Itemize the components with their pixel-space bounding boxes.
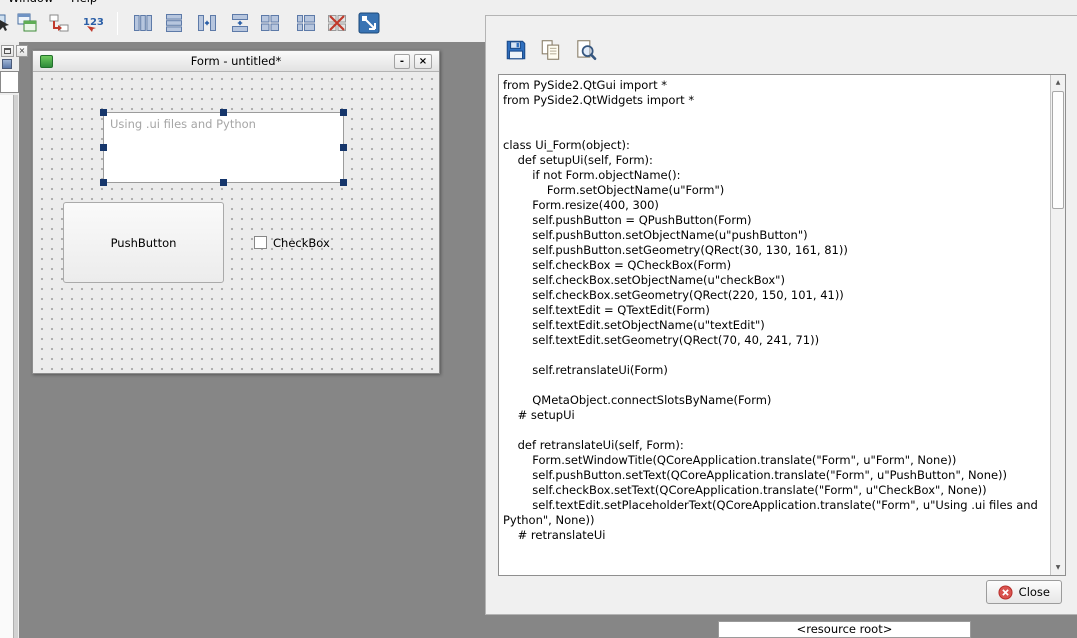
layout-form-icon[interactable]: [293, 10, 319, 36]
edit-signals-slots-icon[interactable]: [46, 10, 72, 36]
selection-handle[interactable]: [340, 144, 347, 151]
selection-handle[interactable]: [100, 179, 107, 186]
layout-horizontal-splitter-icon[interactable]: [194, 10, 220, 36]
close-icon: ×: [19, 47, 26, 55]
layout-horizontal-icon[interactable]: [130, 10, 156, 36]
resource-root-item[interactable]: <resource root>: [718, 621, 971, 638]
edit-tab-order-icon[interactable]: 123: [80, 10, 106, 36]
dock-close-button[interactable]: ×: [16, 45, 28, 57]
float-icon: [4, 48, 11, 54]
resource-root-label: <resource root>: [797, 622, 893, 636]
widget-filter-input[interactable]: [0, 71, 19, 93]
close-dialog-label: Close: [1019, 585, 1050, 599]
selection-handle[interactable]: [340, 179, 347, 186]
layout-vertical-icon[interactable]: [161, 10, 187, 36]
break-layout-icon[interactable]: [324, 10, 350, 36]
pushbutton-widget[interactable]: PushButton: [63, 202, 224, 283]
scrollbar-thumb[interactable]: [1052, 91, 1064, 209]
scroll-down-button[interactable]: ▼: [1051, 560, 1065, 575]
scroll-up-button[interactable]: ▲: [1051, 75, 1065, 90]
close-dialog-button[interactable]: Close: [986, 580, 1062, 604]
selection-handle[interactable]: [220, 179, 227, 186]
code-editor[interactable]: from PySide2.QtGui import * from PySide2…: [499, 75, 1050, 575]
dock-float-button[interactable]: [1, 45, 14, 57]
form-window-title: Form - untitled*: [33, 51, 439, 71]
layout-vertical-splitter-icon[interactable]: [227, 10, 253, 36]
save-button[interactable]: [502, 36, 530, 64]
checkbox-indicator[interactable]: [254, 236, 267, 249]
selection-handle[interactable]: [100, 109, 107, 116]
pointer-tool-icon[interactable]: [0, 10, 14, 36]
widget-box-dock: ×: [0, 42, 19, 638]
dialog-toolbar: [502, 36, 600, 64]
form-editor-window: Form - untitled* - × Using .ui files and…: [32, 50, 440, 374]
toolbar-separator: [117, 12, 118, 35]
find-button[interactable]: [572, 36, 600, 64]
code-frame: from PySide2.QtGui import * from PySide2…: [498, 74, 1066, 576]
minimize-button[interactable]: -: [394, 54, 410, 69]
save-icon: [504, 38, 528, 62]
selection-handle[interactable]: [220, 109, 227, 116]
widget-list-scrollbar[interactable]: [14, 95, 18, 638]
find-icon: [574, 38, 598, 62]
form-canvas[interactable]: Using .ui files and Python PushButton Ch…: [33, 72, 439, 373]
pushbutton-label: PushButton: [111, 236, 177, 250]
widget-box-icon: [2, 59, 12, 69]
checkbox-widget[interactable]: CheckBox: [254, 222, 355, 263]
copy-button[interactable]: [537, 36, 565, 64]
code-scrollbar[interactable]: ▲ ▼: [1050, 75, 1065, 575]
form-icon: [40, 55, 53, 68]
tab-order-label: 123: [83, 17, 104, 28]
edit-widgets-icon[interactable]: [14, 10, 40, 36]
close-circle-icon: [998, 585, 1013, 600]
code-preview-dialog: from PySide2.QtGui import * from PySide2…: [485, 15, 1077, 615]
textedit-placeholder: Using .ui files and Python: [104, 113, 343, 135]
copy-icon: [539, 38, 563, 62]
close-button[interactable]: ×: [414, 54, 432, 69]
selection-handle[interactable]: [100, 144, 107, 151]
adjust-size-icon[interactable]: [356, 10, 382, 36]
layout-grid-icon[interactable]: [257, 10, 283, 36]
form-window-titlebar[interactable]: Form - untitled* - ×: [33, 51, 439, 72]
generated-code[interactable]: from PySide2.QtGui import * from PySide2…: [499, 75, 1050, 543]
selection-handle[interactable]: [340, 109, 347, 116]
textedit-widget[interactable]: Using .ui files and Python: [103, 112, 344, 183]
checkbox-label: CheckBox: [273, 236, 330, 250]
widget-list[interactable]: [0, 95, 14, 638]
